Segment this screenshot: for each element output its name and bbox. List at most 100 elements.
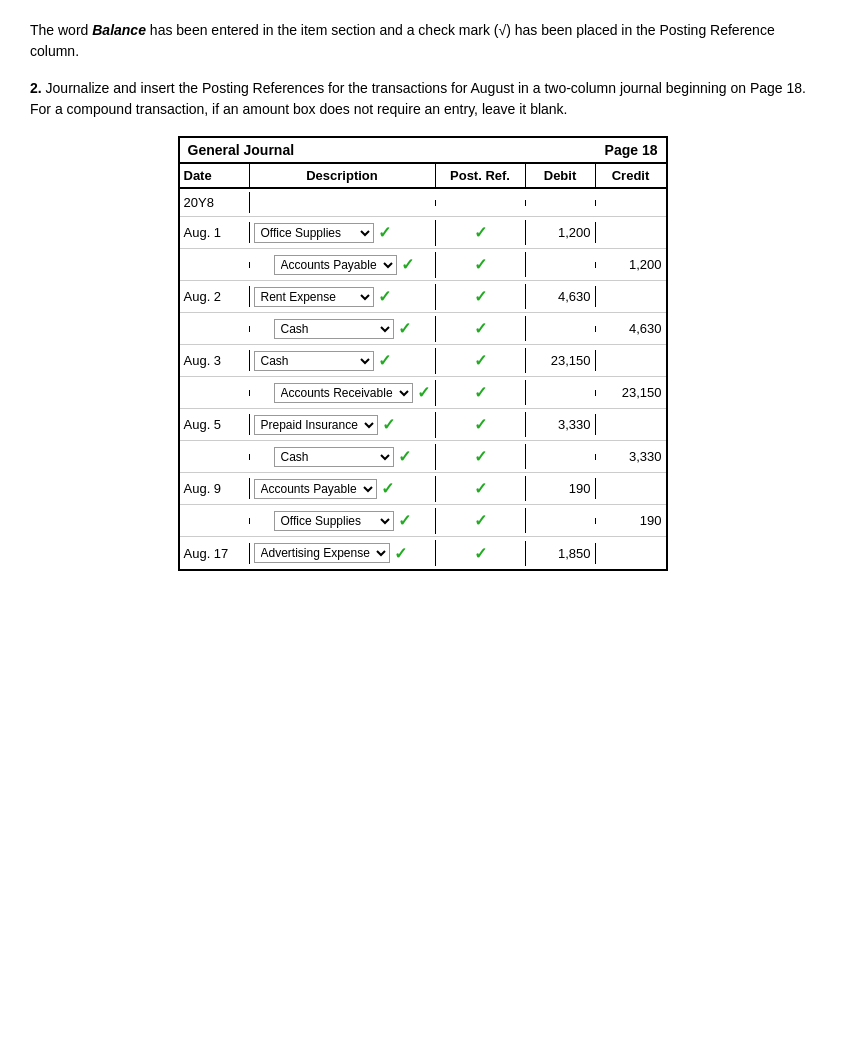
check-cash-1: ✓ <box>398 319 411 338</box>
desc-cash-3: Cash ✓ <box>250 444 436 470</box>
select-accounts-payable-2[interactable]: Accounts Payable <box>254 479 377 499</box>
date-aug5: Aug. 5 <box>180 414 250 435</box>
date-empty-5 <box>180 518 250 524</box>
debit-4 <box>526 326 596 332</box>
debit-1: 1,200 <box>526 222 596 243</box>
desc-cash-2: Cash ✓ <box>250 348 436 374</box>
postref-9: ✓ <box>436 476 526 501</box>
check-ap-2: ✓ <box>381 479 394 498</box>
desc-accounts-receivable: Accounts Receivable ✓ <box>250 380 436 406</box>
table-row: Aug. 17 Advertising Expense ✓ ✓ 1,850 <box>180 537 666 569</box>
select-cash-3[interactable]: Cash <box>274 447 394 467</box>
postref-4: ✓ <box>436 316 526 341</box>
question-text: 2. Journalize and insert the Posting Ref… <box>30 78 815 120</box>
year-cell: 20Y8 <box>180 192 250 213</box>
postref-check-4: ✓ <box>474 319 487 338</box>
postref-5: ✓ <box>436 348 526 373</box>
table-row: Aug. 1 Office Supplies ✓ ✓ 1,200 <box>180 217 666 249</box>
col-description: Description <box>250 164 436 187</box>
credit-8: 3,330 <box>596 446 666 467</box>
debit-7: 3,330 <box>526 414 596 435</box>
check-rent: ✓ <box>378 287 391 306</box>
date-empty-4 <box>180 454 250 460</box>
question-number: 2. <box>30 80 42 96</box>
postref-8: ✓ <box>436 444 526 469</box>
postref-check-3: ✓ <box>474 287 487 306</box>
postref-check-9: ✓ <box>474 479 487 498</box>
credit-10: 190 <box>596 510 666 531</box>
desc-office-supplies-2: Office Supplies ✓ <box>250 508 436 534</box>
date-aug3: Aug. 3 <box>180 350 250 371</box>
select-office-supplies-2[interactable]: Office Supplies <box>274 511 394 531</box>
year-row: 20Y8 <box>180 189 666 217</box>
postref-check-7: ✓ <box>474 415 487 434</box>
debit-6 <box>526 390 596 396</box>
desc-rent-expense: Rent Expense ✓ <box>250 284 436 310</box>
col-date: Date <box>180 164 250 187</box>
select-prepaid-insurance[interactable]: Prepaid Insurance <box>254 415 378 435</box>
select-accounts-receivable[interactable]: Accounts Receivable <box>274 383 413 403</box>
postref-check-11: ✓ <box>474 544 487 563</box>
credit-2: 1,200 <box>596 254 666 275</box>
desc-accounts-payable-1: Accounts Payable ✓ <box>250 252 436 278</box>
journal-page: Page 18 <box>605 142 658 158</box>
date-empty-2 <box>180 326 250 332</box>
select-office-supplies[interactable]: Office Supplies <box>254 223 374 243</box>
table-row: Cash ✓ ✓ 3,330 <box>180 441 666 473</box>
col-credit: Credit <box>596 164 666 187</box>
credit-9 <box>596 486 666 492</box>
italic-word: Balance <box>92 22 146 38</box>
desc-advertising-expense: Advertising Expense ✓ <box>250 540 436 566</box>
date-empty-1 <box>180 262 250 268</box>
table-row: Accounts Payable ✓ ✓ 1,200 <box>180 249 666 281</box>
desc-cash-1: Cash ✓ <box>250 316 436 342</box>
credit-3 <box>596 294 666 300</box>
col-postref: Post. Ref. <box>436 164 526 187</box>
postref-check-6: ✓ <box>474 383 487 402</box>
postref-6: ✓ <box>436 380 526 405</box>
check-os-2: ✓ <box>398 511 411 530</box>
postref-check-2: ✓ <box>474 255 487 274</box>
credit-11 <box>596 550 666 556</box>
table-row: Cash ✓ ✓ 4,630 <box>180 313 666 345</box>
postref-3: ✓ <box>436 284 526 309</box>
postref-2: ✓ <box>436 252 526 277</box>
debit-2 <box>526 262 596 268</box>
journal-col-headers: Date Description Post. Ref. Debit Credit <box>180 164 666 189</box>
postref-7: ✓ <box>436 412 526 437</box>
postref-1: ✓ <box>436 220 526 245</box>
date-empty-3 <box>180 390 250 396</box>
select-advertising-expense[interactable]: Advertising Expense <box>254 543 390 563</box>
select-rent-expense[interactable]: Rent Expense <box>254 287 374 307</box>
postref-check-10: ✓ <box>474 511 487 530</box>
journal-header: General Journal Page 18 <box>180 138 666 164</box>
postref-10: ✓ <box>436 508 526 533</box>
desc-prepaid-insurance: Prepaid Insurance ✓ <box>250 412 436 438</box>
date-aug9: Aug. 9 <box>180 478 250 499</box>
check-cash-3: ✓ <box>398 447 411 466</box>
select-accounts-payable-1[interactable]: Accounts Payable <box>274 255 397 275</box>
debit-9: 190 <box>526 478 596 499</box>
date-aug1: Aug. 1 <box>180 222 250 243</box>
table-row: Aug. 5 Prepaid Insurance ✓ ✓ 3,330 <box>180 409 666 441</box>
desc-office-supplies: Office Supplies ✓ <box>250 220 436 246</box>
date-aug17: Aug. 17 <box>180 543 250 564</box>
check-office-supplies: ✓ <box>378 223 391 242</box>
debit-11: 1,850 <box>526 543 596 564</box>
table-row: Aug. 3 Cash ✓ ✓ 23,150 <box>180 345 666 377</box>
check-adv: ✓ <box>394 544 407 563</box>
credit-7 <box>596 422 666 428</box>
check-ar: ✓ <box>417 383 430 402</box>
select-cash-2[interactable]: Cash <box>254 351 374 371</box>
col-debit: Debit <box>526 164 596 187</box>
postref-check-8: ✓ <box>474 447 487 466</box>
postref-11: ✓ <box>436 541 526 566</box>
general-journal: General Journal Page 18 Date Description… <box>178 136 668 571</box>
select-cash-1[interactable]: Cash <box>274 319 394 339</box>
table-row: Aug. 9 Accounts Payable ✓ ✓ 190 <box>180 473 666 505</box>
check-ap-1: ✓ <box>401 255 414 274</box>
credit-5 <box>596 358 666 364</box>
table-row: Office Supplies ✓ ✓ 190 <box>180 505 666 537</box>
postref-check-1: ✓ <box>474 223 487 242</box>
table-row: Aug. 2 Rent Expense ✓ ✓ 4,630 <box>180 281 666 313</box>
